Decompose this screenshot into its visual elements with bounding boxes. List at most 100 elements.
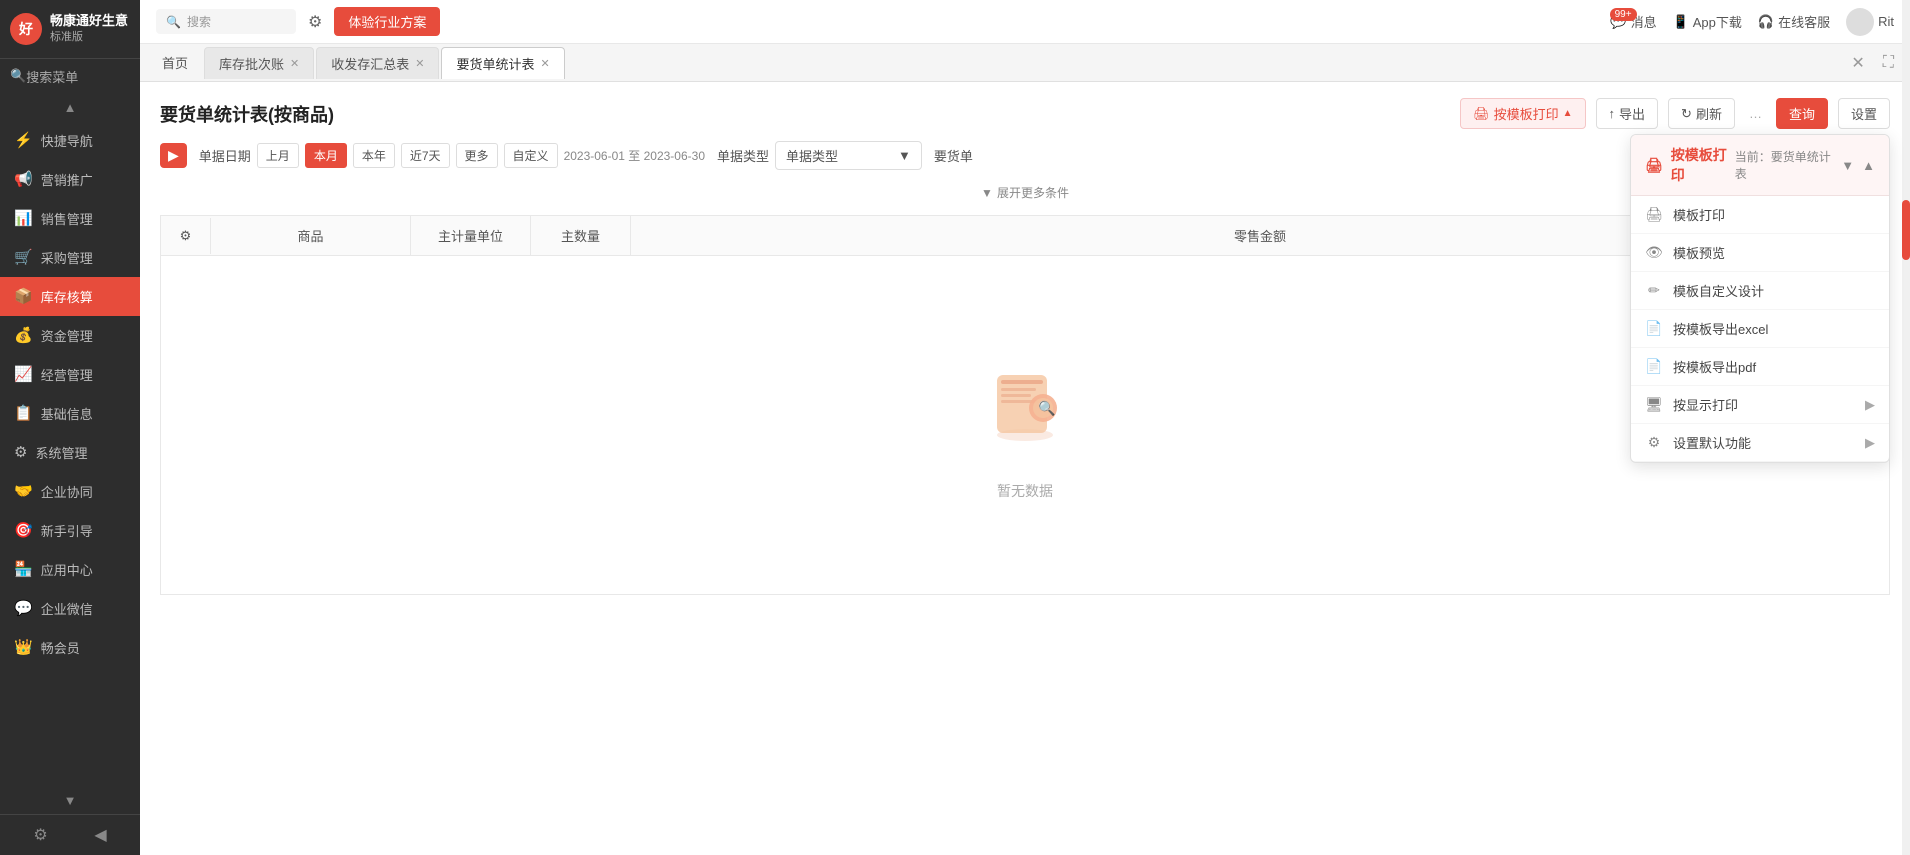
footer-settings-btn[interactable]: ⚙ [33,825,47,845]
date-current-month-btn[interactable]: 本月 [305,143,347,168]
dropdown-item-label: 模板自定义设计 [1673,281,1764,300]
sales-icon: 📊 [14,209,33,227]
avatar [1846,8,1874,36]
username: Rit [1878,14,1894,29]
scroll-down-btn[interactable]: ▼ [0,787,140,814]
dropdown-header-right: 当前：要货单统计表 ▼ ▲ [1735,148,1875,182]
col-unit: 主计量单位 [411,216,531,255]
dropdown-item-export-excel[interactable]: 📄 按模板导出excel [1631,310,1889,348]
tab-order-stats[interactable]: 要货单统计表 ✕ [441,47,564,79]
sidebar-item-inventory[interactable]: 📦 库存核算 [0,277,140,316]
footer-collapse-btn[interactable]: ◀ [94,825,106,845]
col-quantity-label: 主数量 [561,229,600,244]
right-scrollbar[interactable] [1902,0,1910,855]
scrollbar-thumb [1902,200,1910,260]
dropdown-close-icon[interactable]: ▲ [1862,158,1875,173]
online-service-btn[interactable]: 🎧 在线客服 [1758,12,1830,31]
sidebar-search[interactable]: 🔍 搜索菜单 [0,59,140,94]
guide-icon: 🎯 [14,521,33,539]
sidebar-nav: ⚡ 快捷导航 📢 营销推广 📊 销售管理 🛒 采购管理 📦 库存核算 💰 资金管… [0,121,140,787]
expand-label: 展开更多条件 [997,184,1069,201]
page-title: 要货单统计表(按商品) [160,101,334,127]
date-custom-btn[interactable]: 自定义 [504,143,558,168]
settings-btn[interactable]: 设置 [1838,98,1890,129]
dropdown-item-template-custom[interactable]: ✏ 模板自定义设计 [1631,272,1889,310]
sidebar-item-quick-nav[interactable]: ⚡ 快捷导航 [0,121,140,160]
system-icon: ⚙ [14,443,27,461]
date-range-display: 2023-06-01 至 2023-06-30 [564,147,705,164]
query-btn[interactable]: 查询 [1776,98,1828,129]
logo-icon: 好 [10,13,42,45]
topbar-gear-icon[interactable]: ⚙ [308,12,322,32]
export-btn[interactable]: ↑ 导出 [1596,98,1659,129]
sidebar-item-apps[interactable]: 🏪 应用中心 [0,550,140,589]
order-num-label: 要货单 [934,146,973,165]
export-icon: ↑ [1609,106,1616,121]
sidebar-item-sales[interactable]: 📊 销售管理 [0,199,140,238]
sidebar-item-member[interactable]: 👑 畅会员 [0,628,140,667]
date-this-year-btn[interactable]: 本年 [353,143,395,168]
empty-text: 暂无数据 [997,481,1053,501]
order-type-label: 单据类型 [717,146,769,165]
sidebar-item-system[interactable]: ⚙ 系统管理 [0,433,140,472]
sidebar-item-label: 采购管理 [41,248,93,267]
sidebar-item-marketing[interactable]: 📢 营销推广 [0,160,140,199]
tab-receivable-summary-close[interactable]: ✕ [415,57,424,70]
topbar-search[interactable]: 🔍 搜索 [156,9,296,34]
dropdown-item-template-preview[interactable]: 👁 模板预览 [1631,234,1889,272]
date-more-btn[interactable]: 更多 [456,143,498,168]
sidebar-item-collab[interactable]: 🤝 企业协同 [0,472,140,511]
tab-order-stats-close[interactable]: ✕ [541,57,550,70]
sidebar-item-operations[interactable]: 📈 经营管理 [0,355,140,394]
print-dropdown-arrow: ▲ [1563,108,1573,119]
set-default-icon: ⚙ [1645,434,1663,451]
tab-receivable-summary[interactable]: 收发存汇总表 ✕ [316,47,439,79]
col-unit-label: 主计量单位 [438,229,503,244]
order-type-select[interactable]: 单据类型 ▼ [775,141,922,170]
col-settings[interactable]: ⚙ [161,218,211,254]
sidebar-item-label: 系统管理 [35,443,87,462]
operations-icon: 📈 [14,365,33,383]
sidebar-footer: ⚙ ◀ [0,814,140,855]
notification-badge: 99+ [1610,8,1637,21]
window-expand-btn[interactable]: ⛶ [1875,50,1902,76]
tab-inventory-batch-close[interactable]: ✕ [290,57,299,70]
expand-filter-btn[interactable]: ▼ 展开更多条件 [973,180,1077,205]
dropdown-sub-label: 按显示打印 [1673,395,1738,414]
search-icon: 🔍 [10,68,26,84]
dropdown-item-export-pdf[interactable]: 📄 按模板导出pdf [1631,348,1889,386]
dropdown-sub-display-print[interactable]: 🖥 按显示打印 ▶ [1631,386,1889,424]
filter-toggle-btn[interactable]: ▶ [160,143,187,168]
display-print-arrow: ▶ [1865,397,1875,413]
date-last7days-btn[interactable]: 近7天 [401,143,450,168]
app-download-btn[interactable]: 📱 App下载 [1673,12,1742,31]
order-type-chevron-icon: ▼ [898,148,911,163]
app-logo: 好 畅康通好生意 标准版 [0,0,140,59]
empty-icon: 🔍 [975,350,1075,469]
user-profile-btn[interactable]: Rit [1846,8,1894,36]
more-actions-btn[interactable]: … [1745,102,1766,125]
sidebar-item-label: 企业微信 [41,599,93,618]
inventory-icon: 📦 [14,287,33,305]
refresh-btn[interactable]: ↻ 刷新 [1668,98,1735,129]
tab-inventory-batch[interactable]: 库存批次账 ✕ [204,47,314,79]
sidebar-item-finance[interactable]: 💰 资金管理 [0,316,140,355]
dropdown-item-template-print[interactable]: 🖨 模板打印 [1631,196,1889,234]
tab-home[interactable]: 首页 [148,47,202,78]
sidebar-item-basics[interactable]: 📋 基础信息 [0,394,140,433]
scroll-up-btn[interactable]: ▲ [0,94,140,121]
sidebar-item-guide[interactable]: 🎯 新手引导 [0,511,140,550]
topbar-right: 💬 99+ 消息 📱 App下载 🎧 在线客服 Rit [1610,8,1894,36]
dropdown-sub-set-default[interactable]: ⚙ 设置默认功能 ▶ [1631,424,1889,462]
sidebar-item-purchase[interactable]: 🛒 采购管理 [0,238,140,277]
print-template-btn[interactable]: 🖨 按模板打印 ▲ [1460,98,1585,129]
date-prev-month-btn[interactable]: 上月 [257,143,299,168]
app-download-label: App下载 [1693,12,1742,31]
sidebar-item-label: 营销推广 [41,170,93,189]
col-product: 商品 [211,216,411,255]
window-close-btn[interactable]: ✕ [1843,49,1872,77]
trial-btn[interactable]: 体验行业方案 [334,7,440,36]
order-type-value: 单据类型 [786,146,838,165]
notification-btn[interactable]: 💬 99+ 消息 [1610,12,1656,31]
sidebar-item-wechat[interactable]: 💬 企业微信 [0,589,140,628]
